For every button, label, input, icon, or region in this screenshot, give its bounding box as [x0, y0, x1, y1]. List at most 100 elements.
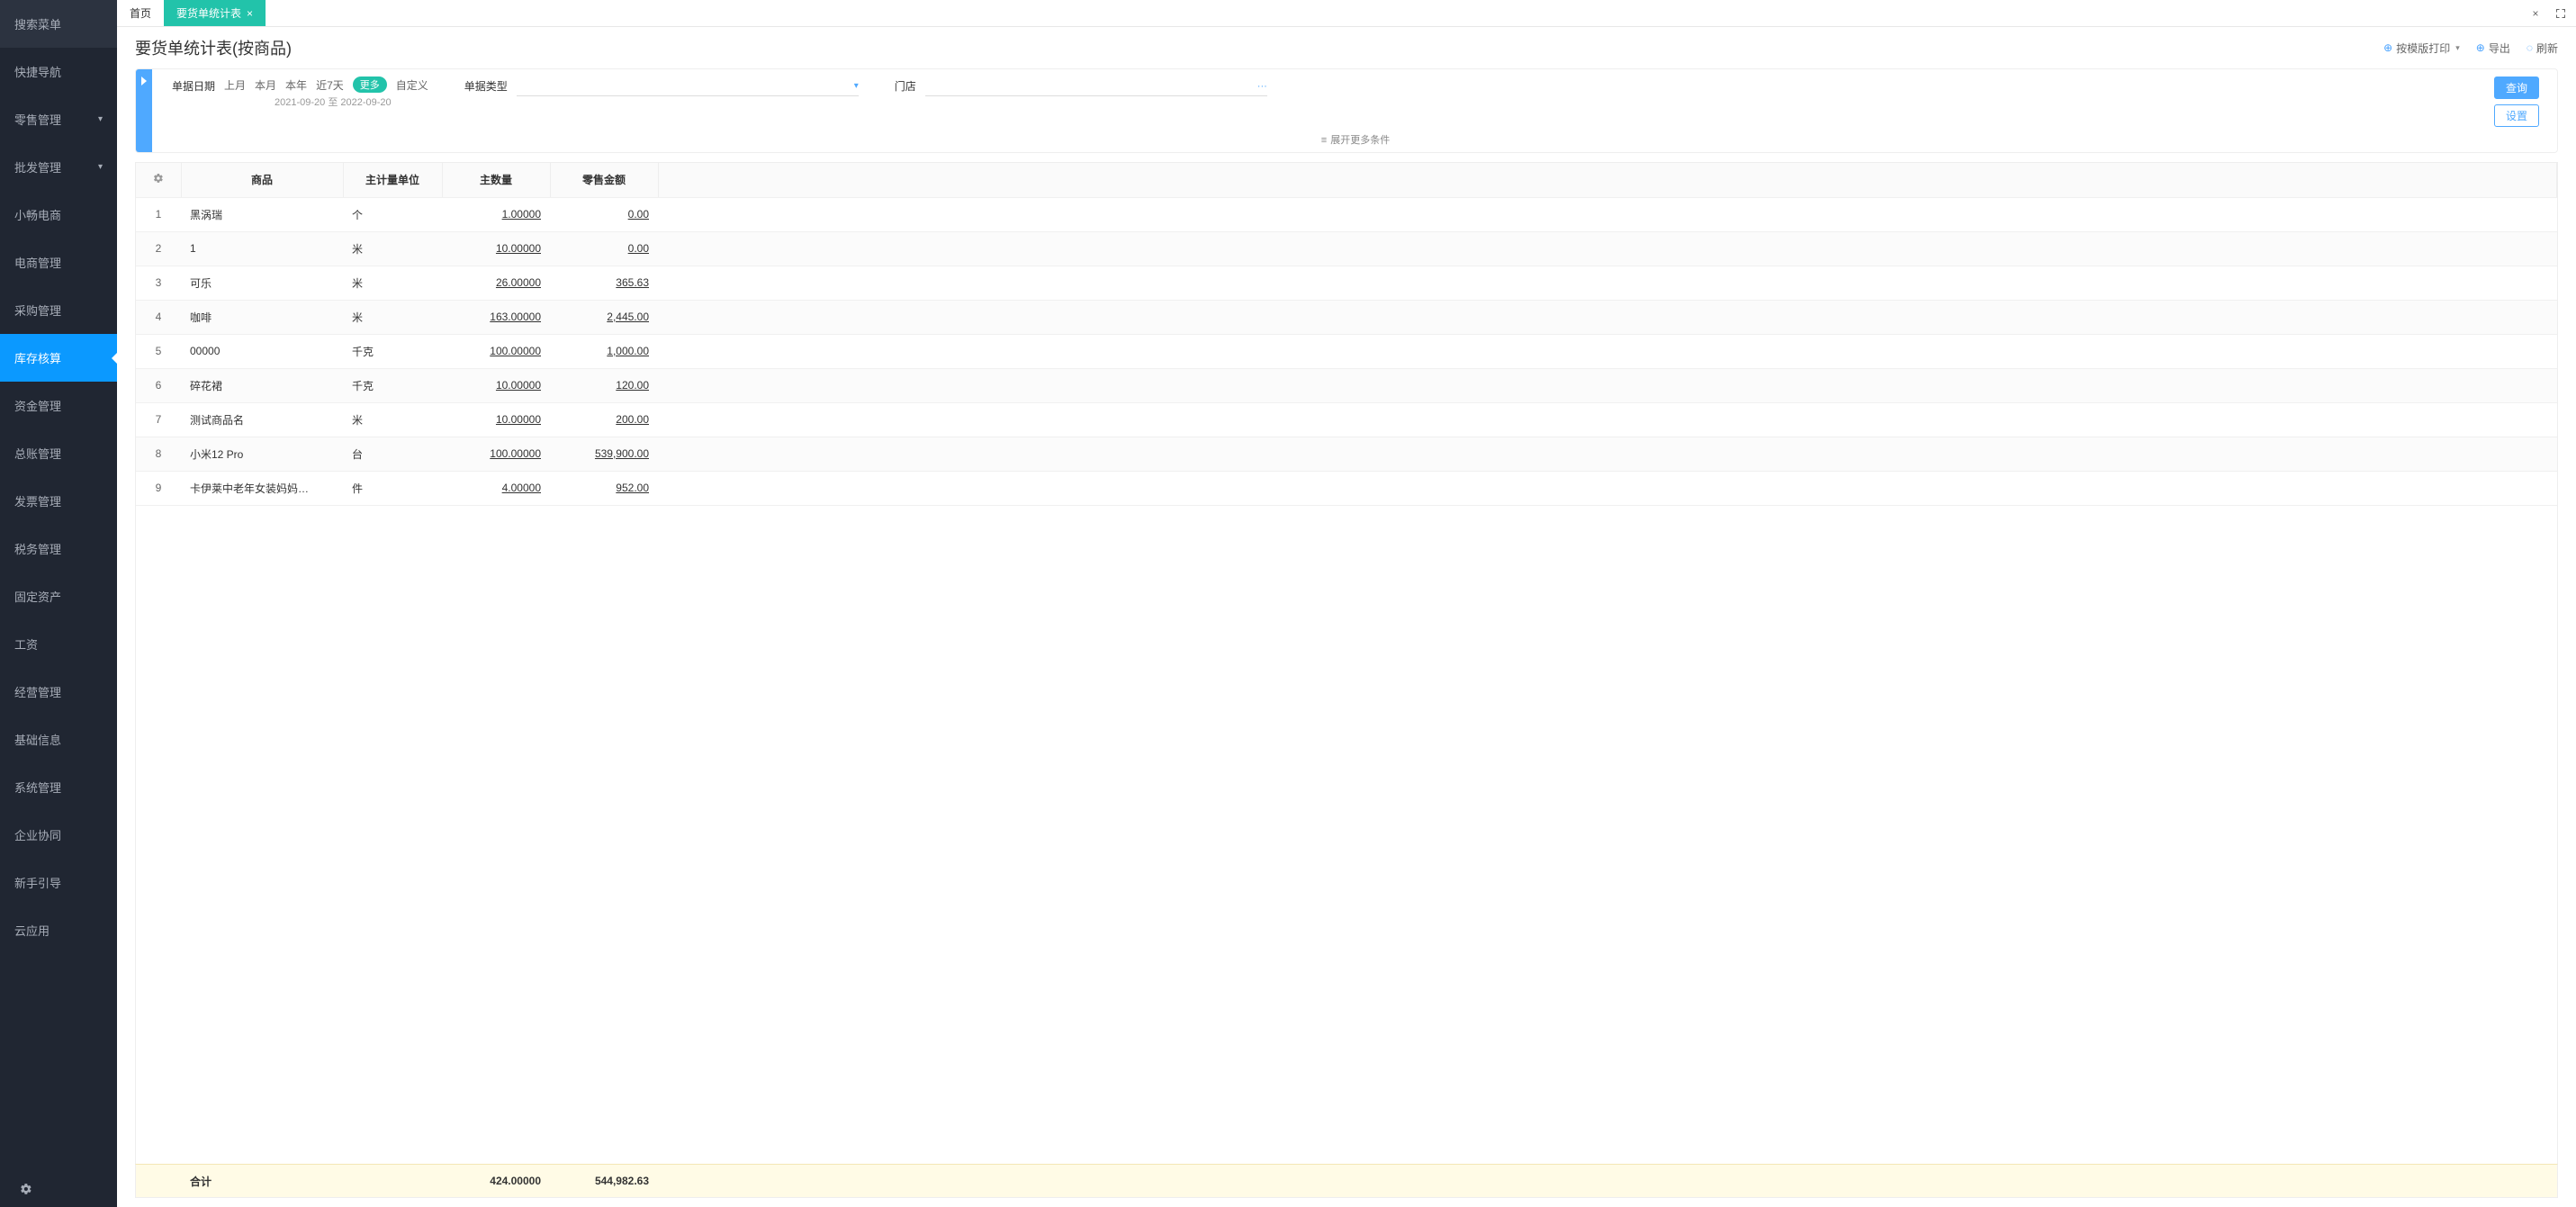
filter-store: 门店 ···: [895, 77, 1267, 96]
sidebar-item-label: 搜索菜单: [14, 15, 61, 32]
sidebar-item-0[interactable]: 搜索菜单: [0, 0, 117, 48]
table-row[interactable]: 500000千克100.000001,000.00: [136, 334, 2557, 368]
page-title: 要货单统计表(按商品): [135, 36, 292, 59]
cell-qty[interactable]: 1.00000: [442, 197, 550, 231]
cell-unit: 千克: [343, 334, 442, 368]
sidebar-item-label: 系统管理: [14, 779, 61, 796]
refresh-icon: ◌: [2526, 41, 2533, 54]
col-qty[interactable]: 主数量: [442, 163, 550, 197]
filter-settings-button[interactable]: 设置: [2494, 104, 2539, 127]
sidebar-item-9[interactable]: 总账管理: [0, 429, 117, 477]
filter-store-select[interactable]: ···: [925, 77, 1267, 96]
cell-amount[interactable]: 952.00: [550, 471, 658, 505]
table-row[interactable]: 4咖啡米163.000002,445.00: [136, 300, 2557, 334]
cell-unit: 米: [343, 266, 442, 300]
table-row[interactable]: 3可乐米26.00000365.63: [136, 266, 2557, 300]
date-opt-custom[interactable]: 自定义: [396, 77, 428, 93]
print-button[interactable]: ⊕ 按模版打印 ▾: [2383, 41, 2460, 56]
tab-close-all-icon[interactable]: ×: [2526, 4, 2545, 23]
total-amount: 544,982.63: [550, 1175, 658, 1187]
table-row[interactable]: 21米10.000000.00: [136, 231, 2557, 266]
query-button[interactable]: 查询: [2494, 77, 2539, 99]
cell-qty[interactable]: 26.00000: [442, 266, 550, 300]
chevron-down-icon: ▾: [98, 162, 103, 172]
row-index: 7: [136, 402, 181, 437]
total-label: 合计: [181, 1174, 343, 1189]
col-amount[interactable]: 零售金额: [550, 163, 658, 197]
cell-amount[interactable]: 1,000.00: [550, 334, 658, 368]
sidebar-item-6[interactable]: 采购管理: [0, 286, 117, 334]
sidebar-item-3[interactable]: 批发管理▾: [0, 143, 117, 191]
cell-qty[interactable]: 100.00000: [442, 437, 550, 471]
cell-product: 黑涡瑞: [181, 197, 343, 231]
table-row[interactable]: 9卡伊莱中老年女装妈妈…件4.00000952.00: [136, 471, 2557, 505]
sidebar-item-18[interactable]: 新手引导: [0, 859, 117, 906]
col-spacer: [658, 163, 2557, 197]
sidebar-item-8[interactable]: 资金管理: [0, 382, 117, 429]
sidebar-item-13[interactable]: 工资: [0, 620, 117, 668]
tab-home[interactable]: 首页: [117, 0, 164, 26]
cell-amount[interactable]: 365.63: [550, 266, 658, 300]
cell-qty[interactable]: 10.00000: [442, 231, 550, 266]
cell-amount[interactable]: 2,445.00: [550, 300, 658, 334]
row-index: 5: [136, 334, 181, 368]
date-opt-this-month[interactable]: 本月: [255, 77, 276, 93]
sidebar-item-label: 基础信息: [14, 731, 61, 748]
sidebar-item-5[interactable]: 电商管理: [0, 239, 117, 286]
cell-qty[interactable]: 163.00000: [442, 300, 550, 334]
filter-date-label: 单据日期: [172, 77, 215, 94]
refresh-button[interactable]: ◌ 刷新: [2526, 41, 2558, 56]
cell-amount[interactable]: 0.00: [550, 231, 658, 266]
tab-close-icon[interactable]: ×: [247, 8, 253, 19]
row-index: 8: [136, 437, 181, 471]
tab-bar: 首页 要货单统计表 × ×: [117, 0, 2576, 27]
cell-unit: 件: [343, 471, 442, 505]
row-index: 3: [136, 266, 181, 300]
date-opt-more[interactable]: 更多: [353, 77, 387, 93]
sidebar-item-label: 小畅电商: [14, 206, 61, 223]
cell-qty[interactable]: 10.00000: [442, 368, 550, 402]
sidebar-item-1[interactable]: 快捷导航: [0, 48, 117, 95]
expand-more-filters[interactable]: ≡展开更多条件: [172, 127, 2539, 147]
sidebar-item-19[interactable]: 云应用: [0, 906, 117, 954]
sidebar-item-12[interactable]: 固定资产: [0, 572, 117, 620]
cell-amount[interactable]: 200.00: [550, 402, 658, 437]
sidebar-item-2[interactable]: 零售管理▾: [0, 95, 117, 143]
fullscreen-icon[interactable]: [2551, 4, 2571, 23]
table-row[interactable]: 8小米12 Pro台100.00000539,900.00: [136, 437, 2557, 471]
sidebar-item-14[interactable]: 经营管理: [0, 668, 117, 716]
cell-product: 1: [181, 231, 343, 266]
sidebar-item-7[interactable]: 库存核算: [0, 334, 117, 382]
filter-type-select[interactable]: ▾: [517, 77, 859, 96]
date-opt-this-year[interactable]: 本年: [285, 77, 307, 93]
sidebar-item-17[interactable]: 企业协同: [0, 811, 117, 859]
cell-amount[interactable]: 120.00: [550, 368, 658, 402]
date-opt-last7[interactable]: 近7天: [316, 77, 344, 93]
table-row[interactable]: 7测试商品名米10.00000200.00: [136, 402, 2557, 437]
col-config-header[interactable]: [136, 163, 181, 197]
sidebar-item-15[interactable]: 基础信息: [0, 716, 117, 763]
export-button[interactable]: ⊕ 导出: [2476, 41, 2510, 56]
table-row[interactable]: 6碎花裙千克10.00000120.00: [136, 368, 2557, 402]
sidebar-item-10[interactable]: 发票管理: [0, 477, 117, 525]
tab-active[interactable]: 要货单统计表 ×: [164, 0, 266, 26]
cell-qty[interactable]: 10.00000: [442, 402, 550, 437]
sidebar-item-label: 税务管理: [14, 540, 61, 557]
cell-unit: 千克: [343, 368, 442, 402]
cell-amount[interactable]: 0.00: [550, 197, 658, 231]
sidebar-item-16[interactable]: 系统管理: [0, 763, 117, 811]
cell-amount[interactable]: 539,900.00: [550, 437, 658, 471]
cell-unit: 米: [343, 300, 442, 334]
table-row[interactable]: 1黑涡瑞个1.000000.00: [136, 197, 2557, 231]
cell-qty[interactable]: 4.00000: [442, 471, 550, 505]
filter-collapse-toggle[interactable]: [136, 69, 152, 152]
cell-unit: 个: [343, 197, 442, 231]
cell-qty[interactable]: 100.00000: [442, 334, 550, 368]
sidebar-item-11[interactable]: 税务管理: [0, 525, 117, 572]
settings-gear-icon[interactable]: [20, 1183, 32, 1195]
date-opt-last-month[interactable]: 上月: [224, 77, 246, 93]
col-unit[interactable]: 主计量单位: [343, 163, 442, 197]
sidebar-item-4[interactable]: 小畅电商: [0, 191, 117, 239]
col-product[interactable]: 商品: [181, 163, 343, 197]
table-footer-total: 合计 424.00000 544,982.63: [135, 1164, 2558, 1198]
